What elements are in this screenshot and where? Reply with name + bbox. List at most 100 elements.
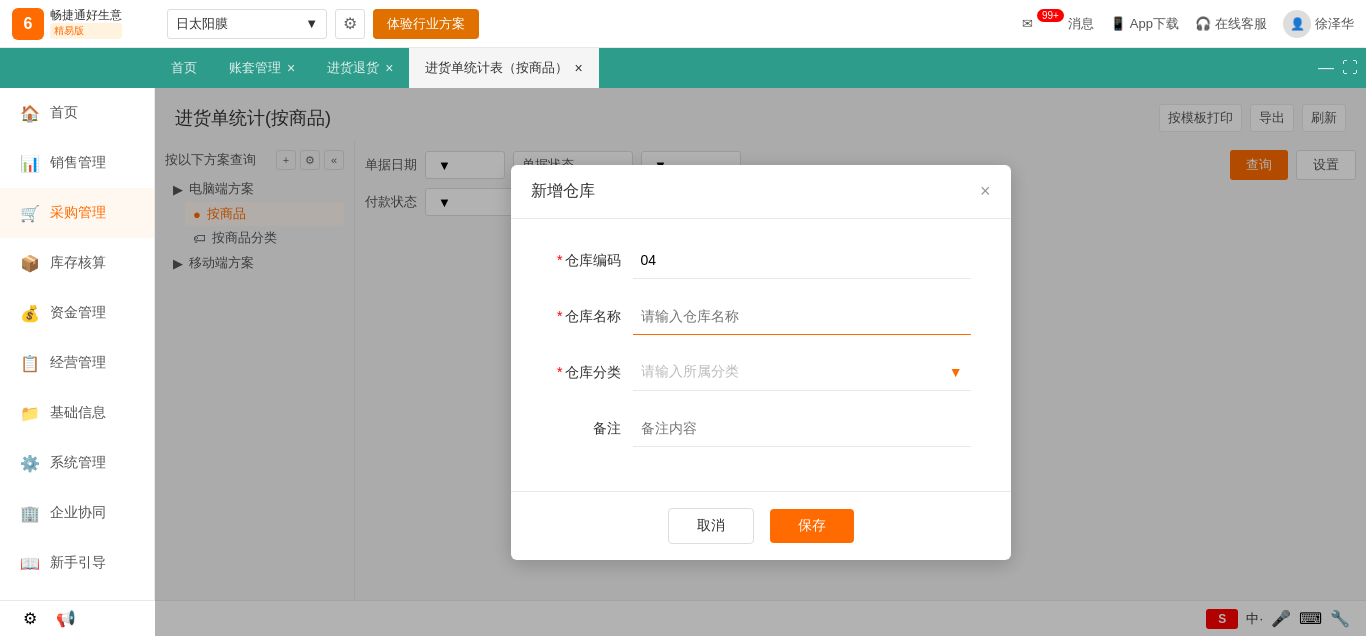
inventory-icon: 📦 — [20, 254, 40, 273]
sidebar-item-operation-label: 经营管理 — [50, 354, 106, 372]
try-btn[interactable]: 体验行业方案 — [373, 9, 479, 39]
sidebar-item-finance-label: 资金管理 — [50, 304, 106, 322]
modal-footer: 取消 保存 — [511, 491, 1011, 560]
sidebar-item-inventory[interactable]: 📦 库存核算 — [0, 238, 154, 288]
settings-icon[interactable]: ⚙ — [335, 9, 365, 39]
search-value: 日太阳膜 — [176, 15, 228, 33]
tab-home-label: 首页 — [171, 59, 197, 77]
sidebar-item-purchase[interactable]: 🛒 采购管理 — [0, 188, 154, 238]
chevron-down-icon: ▼ — [305, 16, 318, 31]
sidebar-item-basic[interactable]: 📁 基础信息 — [0, 388, 154, 438]
sales-icon: 📊 — [20, 154, 40, 173]
name-label: 仓库名称 — [551, 308, 621, 326]
sidebar-item-sales-label: 销售管理 — [50, 154, 106, 172]
sidebar-item-sales[interactable]: 📊 销售管理 — [0, 138, 154, 188]
modal-add-warehouse: 新增仓库 × 仓库编码 仓库名称 仓库分类 — [511, 165, 1011, 560]
save-btn[interactable]: 保存 — [770, 509, 854, 543]
tab-account-close[interactable]: × — [287, 60, 295, 76]
sidebar-item-guide[interactable]: 📖 新手引导 — [0, 538, 154, 588]
bottom-left: ⚙ 📢 — [16, 605, 80, 633]
modal-body: 仓库编码 仓库名称 仓库分类 请输入所属分类 ▼ — [511, 219, 1011, 491]
top-right: ✉ 99+ 消息 📱 App下载 🎧 在线客服 👤 徐泽华 — [1022, 10, 1354, 38]
sidebar-item-home-label: 首页 — [50, 104, 78, 122]
notification-badge: 99+ — [1037, 9, 1064, 22]
user-btn[interactable]: 👤 徐泽华 — [1283, 10, 1354, 38]
tab-purchase-return-label: 进货退货 — [327, 59, 379, 77]
basic-icon: 📁 — [20, 404, 40, 423]
top-bar: 6 畅捷通好生意 精易版 日太阳膜 ▼ ⚙ 体验行业方案 ✉ 99+ 消息 📱 … — [0, 0, 1366, 48]
code-label: 仓库编码 — [551, 252, 621, 270]
tab-purchase-stats-label: 进货单统计表（按商品） — [425, 59, 568, 77]
bottom-settings-icon[interactable]: ⚙ — [16, 605, 44, 633]
message-btn[interactable]: ✉ 99+ 消息 — [1022, 15, 1094, 33]
modal-overlay[interactable]: 新增仓库 × 仓库编码 仓库名称 仓库分类 — [155, 88, 1366, 636]
sidebar-item-operation[interactable]: 📋 经营管理 — [0, 338, 154, 388]
form-row-note: 备注 — [551, 411, 971, 447]
message-label: 消息 — [1068, 15, 1094, 33]
warehouse-note-input[interactable] — [633, 411, 971, 447]
operation-icon: 📋 — [20, 354, 40, 373]
tab-account-label: 账套管理 — [229, 59, 281, 77]
logo-text: 畅捷通好生意 — [50, 8, 122, 24]
tab-expand-icon[interactable]: ⛶ — [1342, 59, 1358, 77]
tab-purchase-return-close[interactable]: × — [385, 60, 393, 76]
form-row-code: 仓库编码 — [551, 243, 971, 279]
app-label: App下载 — [1130, 15, 1179, 33]
category-chevron-icon: ▼ — [949, 364, 963, 380]
tab-account[interactable]: 账套管理 × — [213, 48, 311, 88]
username: 徐泽华 — [1315, 15, 1354, 33]
service-label: 在线客服 — [1215, 15, 1267, 33]
sidebar-item-home[interactable]: 🏠 首页 — [0, 88, 154, 138]
sidebar-item-inventory-label: 库存核算 — [50, 254, 106, 272]
cancel-btn[interactable]: 取消 — [668, 508, 754, 544]
sidebar-item-collab-label: 企业协同 — [50, 504, 106, 522]
sidebar-item-guide-label: 新手引导 — [50, 554, 106, 572]
form-row-name: 仓库名称 — [551, 299, 971, 335]
finance-icon: 💰 — [20, 304, 40, 323]
service-btn[interactable]: 🎧 在线客服 — [1195, 15, 1267, 33]
logo-icon: 6 — [12, 8, 44, 40]
tab-home[interactable]: 首页 — [155, 48, 213, 88]
logo-area: 6 畅捷通好生意 精易版 — [12, 8, 167, 40]
modal-close-icon[interactable]: × — [980, 181, 991, 202]
system-icon: ⚙️ — [20, 454, 40, 473]
logo-badge: 精易版 — [50, 23, 122, 39]
avatar: 👤 — [1283, 10, 1311, 38]
sidebar-item-finance[interactable]: 💰 资金管理 — [0, 288, 154, 338]
tab-purchase-return[interactable]: 进货退货 × — [311, 48, 409, 88]
home-icon: 🏠 — [20, 104, 40, 123]
modal-title: 新增仓库 — [531, 181, 595, 202]
modal-header: 新增仓库 × — [511, 165, 1011, 219]
tab-purchase-stats-close[interactable]: × — [574, 60, 582, 76]
search-area: 日太阳膜 ▼ ⚙ 体验行业方案 — [167, 9, 1022, 39]
sidebar-item-collab[interactable]: 🏢 企业协同 — [0, 488, 154, 538]
warehouse-category-select[interactable]: 请输入所属分类 ▼ — [633, 355, 971, 391]
bottom-speaker-icon[interactable]: 📢 — [52, 605, 80, 633]
tab-bar-right: — ⛶ — [1318, 59, 1366, 77]
tab-purchase-stats[interactable]: 进货单统计表（按商品） × — [409, 48, 598, 88]
content-area: 进货单统计(按商品) 按模板打印 导出 刷新 按以下方案查询 + ⚙ « — [155, 88, 1366, 636]
message-icon: ✉ — [1022, 16, 1033, 31]
sidebar-item-basic-label: 基础信息 — [50, 404, 106, 422]
tab-bar: 首页 账套管理 × 进货退货 × 进货单统计表（按商品） × — ⛶ — [0, 48, 1366, 88]
app-download-btn[interactable]: 📱 App下载 — [1110, 15, 1179, 33]
warehouse-name-input[interactable] — [633, 299, 971, 335]
note-label: 备注 — [551, 420, 621, 438]
sidebar: 🏠 首页 📊 销售管理 🛒 采购管理 📦 库存核算 💰 资金管理 📋 经营管理 … — [0, 88, 155, 636]
sidebar-item-system[interactable]: ⚙️ 系统管理 — [0, 438, 154, 488]
main-layout: 🏠 首页 📊 销售管理 🛒 采购管理 📦 库存核算 💰 资金管理 📋 经营管理 … — [0, 88, 1366, 636]
tab-minimize-icon[interactable]: — — [1318, 59, 1334, 77]
sidebar-item-purchase-label: 采购管理 — [50, 204, 106, 222]
app-icon: 📱 — [1110, 16, 1126, 31]
guide-icon: 📖 — [20, 554, 40, 573]
category-placeholder: 请输入所属分类 — [641, 363, 739, 381]
form-row-category: 仓库分类 请输入所属分类 ▼ — [551, 355, 971, 391]
collab-icon: 🏢 — [20, 504, 40, 523]
purchase-icon: 🛒 — [20, 204, 40, 223]
sidebar-item-system-label: 系统管理 — [50, 454, 106, 472]
headphone-icon: 🎧 — [1195, 16, 1211, 31]
category-label: 仓库分类 — [551, 364, 621, 382]
warehouse-code-input[interactable] — [633, 243, 971, 279]
logo-text-block: 畅捷通好生意 精易版 — [50, 8, 122, 40]
search-select[interactable]: 日太阳膜 ▼ — [167, 9, 327, 39]
